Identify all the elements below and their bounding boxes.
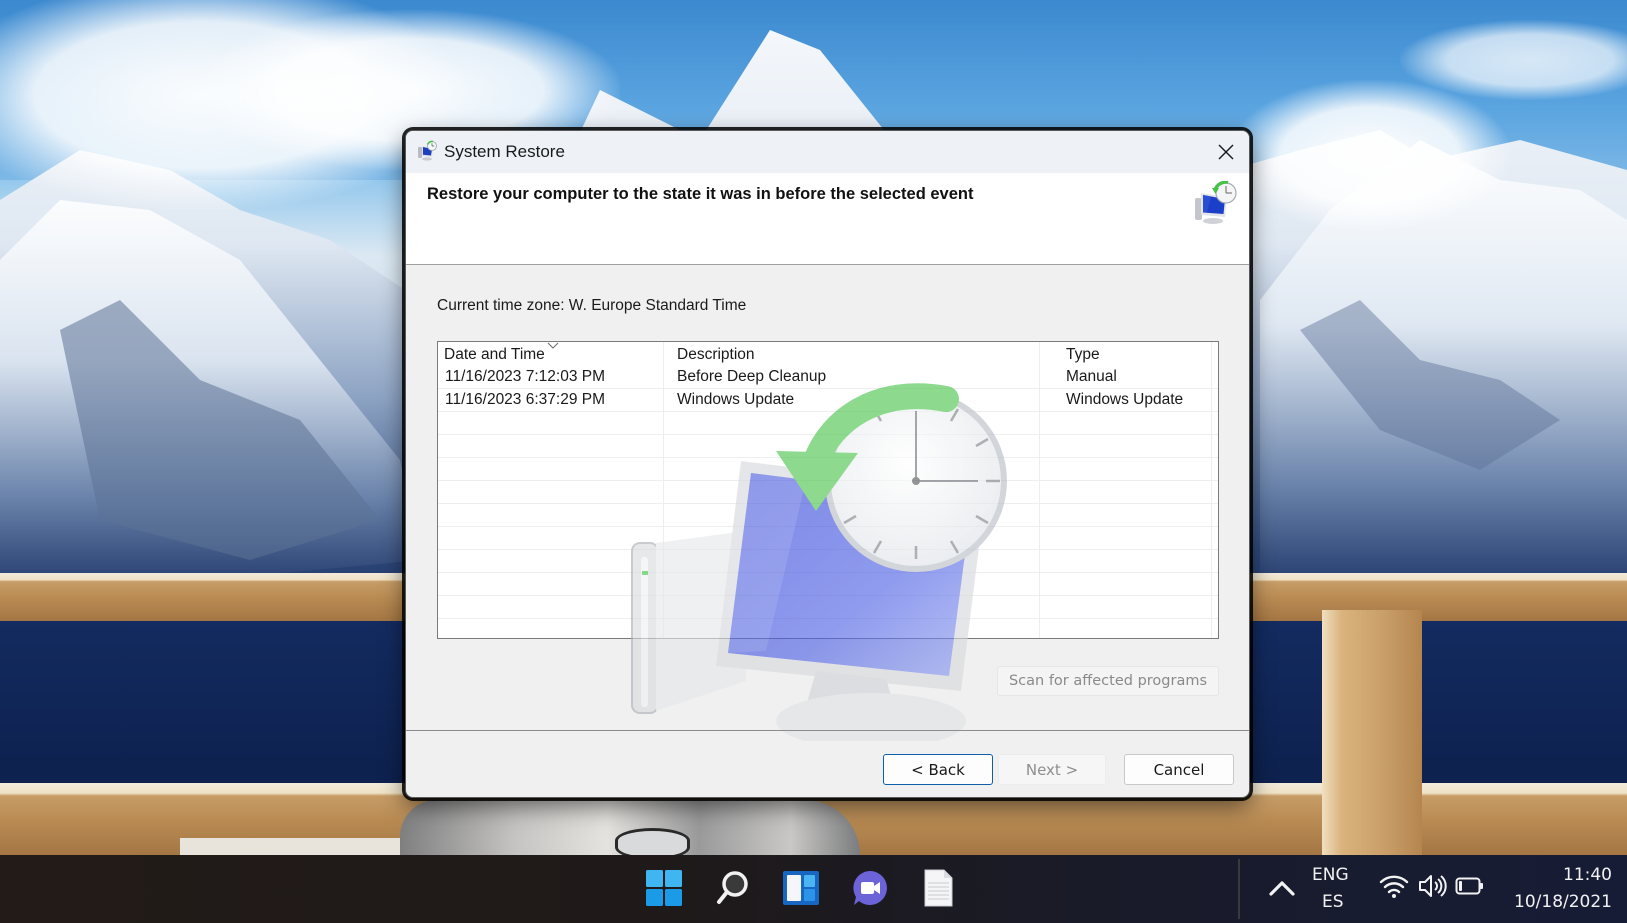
column-header-date-and-time[interactable]: Date and Time	[444, 346, 545, 364]
close-button[interactable]	[1203, 131, 1249, 173]
grid-line	[438, 549, 1218, 550]
grid-line	[438, 480, 1218, 481]
clock-date: 10/18/2021	[1514, 892, 1612, 912]
row-type: Manual	[1066, 368, 1117, 385]
scan-affected-programs-button[interactable]: Scan for affected programs	[997, 666, 1219, 696]
table-row[interactable]: 11/16/2023 6:37:29 PM Windows Update Win…	[438, 389, 1218, 412]
column-header-type[interactable]: Type	[1066, 346, 1100, 364]
system-restore-dialog: System Restore Restore your computer to …	[405, 130, 1250, 798]
document-icon	[924, 869, 953, 907]
dialog-title: System Restore	[444, 142, 565, 161]
search-button[interactable]	[713, 868, 753, 908]
system-restore-icon	[418, 140, 437, 161]
widgets-icon	[783, 871, 819, 905]
grid-line	[438, 618, 1218, 619]
footer-separator	[406, 730, 1249, 731]
next-button[interactable]: Next >	[998, 754, 1106, 785]
taskbar: ENG ES 11:40 10/18/2021	[0, 855, 1627, 923]
close-icon	[1218, 144, 1234, 160]
wifi-icon	[1379, 875, 1409, 898]
row-type: Windows Update	[1066, 391, 1184, 408]
current-timezone: Current time zone: W. Europe Standard Ti…	[437, 297, 747, 314]
battery-icon	[1455, 877, 1483, 895]
back-button[interactable]: < Back	[883, 754, 993, 785]
row-description: Windows Update	[677, 391, 795, 408]
table-row[interactable]: 11/16/2023 7:12:03 PM Before Deep Cleanu…	[438, 366, 1218, 389]
column-header-description[interactable]: Description	[677, 346, 755, 364]
wallpaper-cloud	[1230, 80, 1510, 230]
grid-line	[438, 526, 1218, 527]
chat-button[interactable]	[850, 868, 890, 908]
language-primary: ENG	[1312, 865, 1349, 885]
volume-icon	[1419, 875, 1447, 897]
restore-points-table[interactable]: Date and Time Description Type 11/16/202…	[437, 341, 1219, 639]
grid-line	[438, 434, 1218, 435]
chat-icon	[853, 871, 887, 905]
wizard-header: Restore your computer to the state it wa…	[406, 173, 1249, 265]
row-date: 11/16/2023 6:37:29 PM	[445, 391, 606, 408]
language-indicator[interactable]: ENG ES	[1308, 861, 1358, 917]
windows-start-icon	[646, 870, 682, 906]
start-button[interactable]	[644, 868, 684, 908]
grid-line	[438, 457, 1218, 458]
title-bar[interactable]: System Restore	[406, 131, 1249, 173]
clock[interactable]: 11:40 10/18/2021	[1500, 859, 1612, 919]
system-restore-icon	[1195, 181, 1237, 224]
wallpaper-mug	[615, 828, 690, 855]
wallpaper-post	[1322, 610, 1422, 855]
wallpaper-cloud	[1400, 20, 1627, 100]
widgets-button[interactable]	[781, 868, 821, 908]
clock-time: 11:40	[1563, 865, 1612, 885]
grid-line	[438, 572, 1218, 573]
show-hidden-icons-button[interactable]	[1262, 868, 1302, 908]
grid-line	[438, 595, 1218, 596]
taskbar-divider	[1238, 859, 1240, 919]
search-icon	[717, 871, 748, 904]
notepad-button[interactable]	[918, 868, 958, 908]
sort-descending-icon	[547, 342, 559, 349]
row-description: Before Deep Cleanup	[677, 368, 827, 385]
cancel-button[interactable]: Cancel	[1124, 754, 1234, 785]
wizard-heading: Restore your computer to the state it wa…	[427, 185, 974, 203]
chevron-up-icon	[1269, 881, 1295, 896]
row-date: 11/16/2023 7:12:03 PM	[445, 368, 606, 385]
language-secondary: ES	[1322, 892, 1344, 912]
grid-line	[438, 503, 1218, 504]
network-volume-battery-group[interactable]	[1375, 869, 1485, 905]
